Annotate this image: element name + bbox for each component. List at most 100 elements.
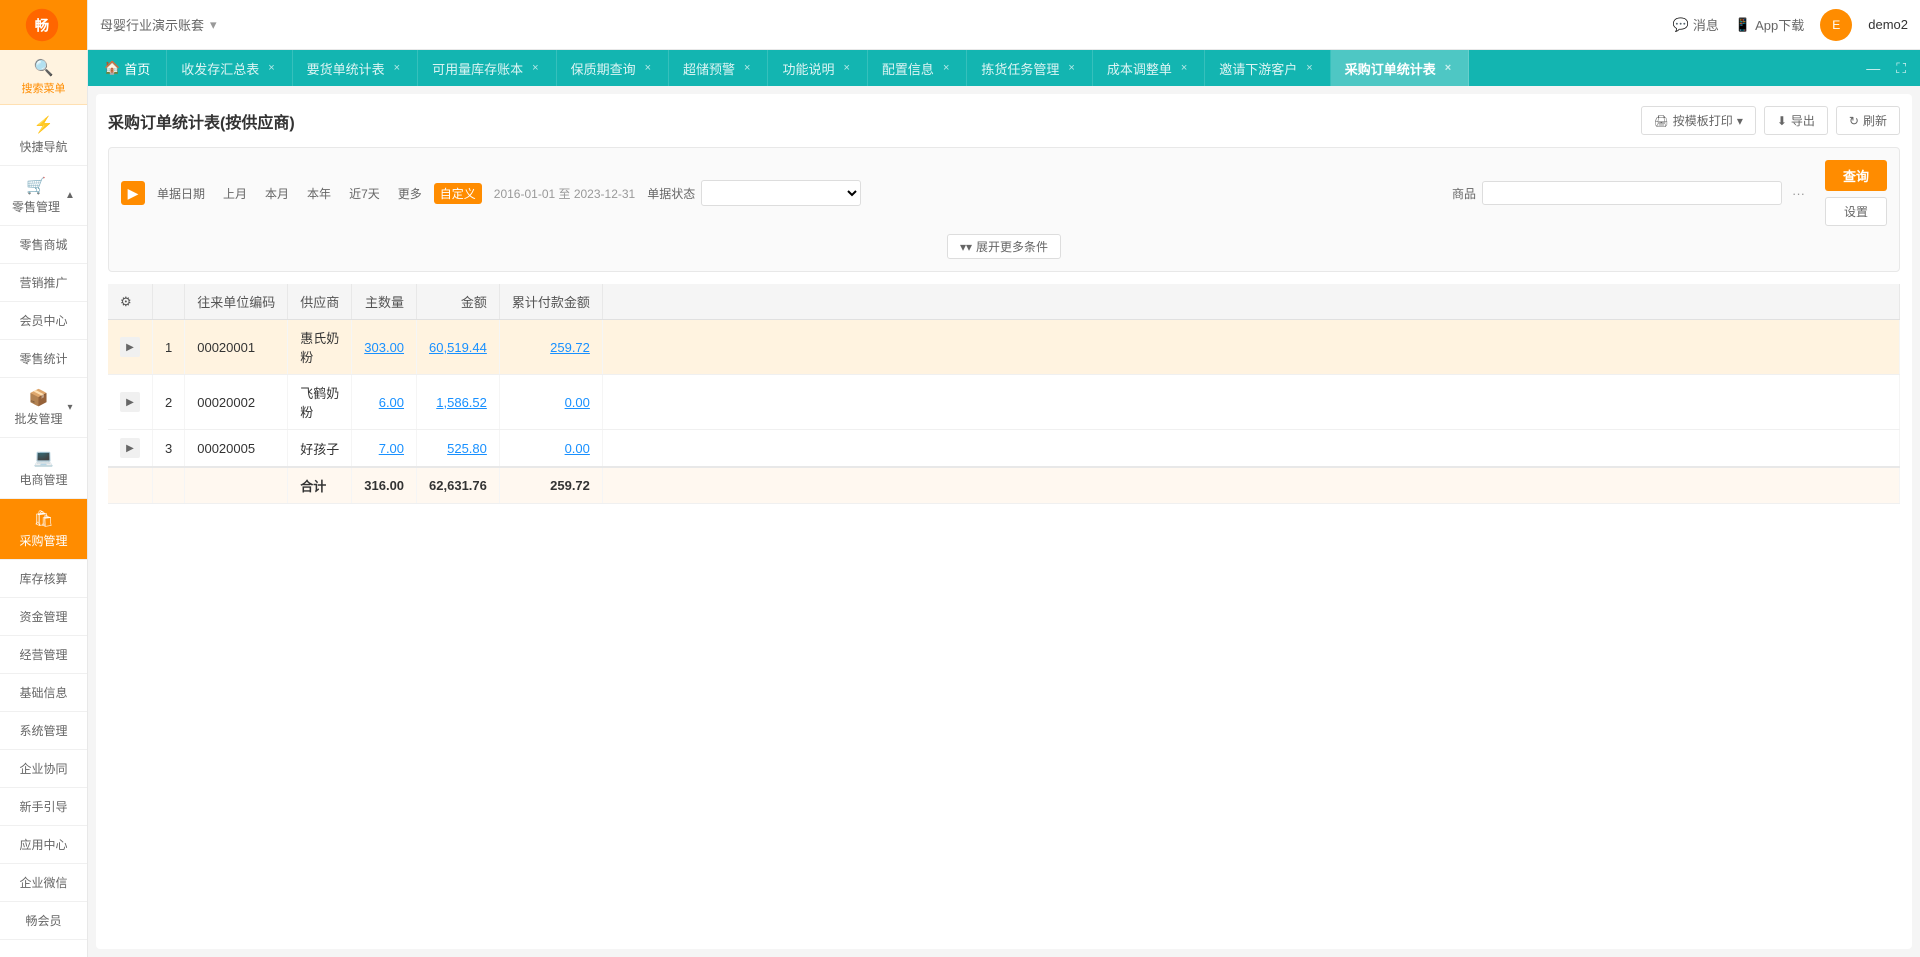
user-avatar[interactable]: E	[1820, 9, 1852, 41]
goods-filter-more-icon[interactable]: ···	[1792, 186, 1805, 201]
settings-button[interactable]: 设置	[1825, 197, 1887, 226]
row-qty[interactable]: 7.00	[352, 430, 417, 468]
tab-chaochuyujing[interactable]: 超储预警 ×	[669, 50, 768, 86]
row-amount[interactable]: 60,519.44	[417, 320, 500, 375]
expand-row-button[interactable]: ▶	[120, 438, 140, 458]
tab-close-baozhi[interactable]: ×	[642, 61, 654, 75]
row-amount[interactable]: 1,586.52	[417, 375, 500, 430]
tab-keyongliang[interactable]: 可用量库存账本 ×	[418, 50, 556, 86]
row-code: 00020002	[185, 375, 288, 430]
sidebar-item-ecommerce[interactable]: 💻 电商管理	[0, 438, 87, 499]
row-expand-btn[interactable]: ▶	[108, 375, 153, 430]
sidebar-item-purchase[interactable]: 🛍 采购管理	[0, 499, 87, 560]
sidebar-item-marketing[interactable]: 营销推广	[0, 264, 87, 302]
table-footer-row: 合计 316.00 62,631.76 259.72	[108, 467, 1900, 504]
tab-yaoqing[interactable]: 邀请下游客户 ×	[1205, 50, 1330, 86]
shortcut-more[interactable]: 更多	[392, 183, 428, 204]
sidebar-item-inventory[interactable]: 库存核算	[0, 560, 87, 598]
purchase-icon: 🛍	[33, 509, 53, 529]
workspace-dropdown-icon: ▾	[210, 17, 217, 33]
row-empty	[602, 375, 1899, 430]
row-expand-btn[interactable]: ▶	[108, 320, 153, 375]
app-download-button[interactable]: 📱 App下载	[1735, 15, 1804, 34]
sidebar-item-app-center[interactable]: 应用中心	[0, 826, 87, 864]
workspace-title[interactable]: 母婴行业演示账套 ▾	[100, 15, 1665, 34]
sidebar-item-member[interactable]: 会员中心	[0, 302, 87, 340]
status-filter-select[interactable]	[701, 180, 861, 206]
filter-toggle-button[interactable]: ▶	[121, 181, 145, 205]
tab-close-chaochuyujing[interactable]: ×	[741, 61, 753, 75]
export-button[interactable]: ⬇ 导出	[1764, 106, 1828, 135]
sidebar-item-wechat[interactable]: 企业微信	[0, 864, 87, 902]
sidebar-item-retail[interactable]: 🛒 零售管理 ▲	[0, 166, 87, 226]
footer-empty	[602, 467, 1899, 504]
sidebar-item-system[interactable]: 系统管理	[0, 712, 87, 750]
tab-yaohuo[interactable]: 要货单统计表 ×	[293, 50, 418, 86]
svg-text:畅: 畅	[35, 16, 49, 34]
query-button[interactable]: 查询	[1825, 160, 1887, 191]
tab-baozhi[interactable]: 保质期查询 ×	[557, 50, 669, 86]
row-paid[interactable]: 259.72	[499, 320, 602, 375]
sidebar-item-retail-shop[interactable]: 零售商城	[0, 226, 87, 264]
shortcut-this-month[interactable]: 本月	[259, 183, 295, 204]
shortcut-7days[interactable]: 近7天	[343, 183, 386, 204]
tab-close-chengbentiaoz[interactable]: ×	[1178, 61, 1190, 75]
page-header: 采购订单统计表(按供应商) 🖨 按模板打印 ▾ ⬇ 导出 ↻ 刷新	[108, 106, 1900, 135]
page-title: 采购订单统计表(按供应商)	[108, 109, 295, 133]
tab-close-shoufayuihui[interactable]: ×	[265, 61, 277, 75]
tab-close-gongneng[interactable]: ×	[840, 61, 852, 75]
row-qty[interactable]: 6.00	[352, 375, 417, 430]
sidebar-item-vip[interactable]: 畅会员	[0, 902, 87, 940]
sidebar-item-finance[interactable]: 资金管理	[0, 598, 87, 636]
sidebar-item-search[interactable]: 🔍 搜索菜单	[0, 50, 87, 105]
tab-close-yaoqing[interactable]: ×	[1303, 61, 1315, 75]
sidebar-item-operation[interactable]: 经营管理	[0, 636, 87, 674]
page-content: 采购订单统计表(按供应商) 🖨 按模板打印 ▾ ⬇ 导出 ↻ 刷新	[88, 86, 1920, 957]
tab-caigou[interactable]: 采购订单统计表 ×	[1331, 50, 1469, 86]
col-settings[interactable]: ⚙	[108, 284, 153, 320]
sidebar-item-quick-nav[interactable]: ⚡ 快捷导航	[0, 105, 87, 166]
refresh-button[interactable]: ↻ 刷新	[1836, 106, 1900, 135]
sidebar-item-newbie[interactable]: 新手引导	[0, 788, 87, 826]
date-filter-label: 单据日期	[157, 185, 205, 202]
app-logo[interactable]: 畅	[0, 0, 87, 50]
tab-close-yaohuo[interactable]: ×	[391, 61, 403, 75]
row-paid[interactable]: 0.00	[499, 430, 602, 468]
expand-row-button[interactable]: ▶	[120, 337, 140, 357]
tab-home[interactable]: 🏠 首页	[88, 50, 167, 86]
tab-close-paihuorenwu[interactable]: ×	[1065, 61, 1077, 75]
expand-more-button[interactable]: ▾▾ 展开更多条件	[947, 234, 1061, 259]
user-name[interactable]: demo2	[1868, 17, 1908, 32]
row-amount[interactable]: 525.80	[417, 430, 500, 468]
row-paid[interactable]: 0.00	[499, 375, 602, 430]
sidebar-item-retail-stat[interactable]: 零售统计	[0, 340, 87, 378]
tab-minimize-button[interactable]: —	[1860, 56, 1886, 80]
expand-row-button[interactable]: ▶	[120, 392, 140, 412]
data-table: ⚙ 往来单位编码 供应商 主数量 金额 累计付款金额 ▶ 1	[108, 284, 1900, 504]
sidebar-item-batch[interactable]: 📦 批发管理 ▾	[0, 378, 87, 438]
tab-chengbentiaoz[interactable]: 成本调整单 ×	[1093, 50, 1205, 86]
row-supplier: 惠氏奶粉	[288, 320, 352, 375]
shortcut-last-month[interactable]: 上月	[217, 183, 253, 204]
tab-close-peizhi[interactable]: ×	[940, 61, 952, 75]
tab-peizhi[interactable]: 配置信息 ×	[868, 50, 967, 86]
retail-arrow-icon: ▲	[65, 190, 75, 201]
print-icon: 🖨	[1654, 114, 1669, 128]
sidebar-item-basic-info[interactable]: 基础信息	[0, 674, 87, 712]
page-inner: 采购订单统计表(按供应商) 🖨 按模板打印 ▾ ⬇ 导出 ↻ 刷新	[96, 94, 1912, 949]
message-button[interactable]: 💬 消息	[1673, 15, 1719, 34]
row-expand-btn[interactable]: ▶	[108, 430, 153, 468]
sidebar-item-enterprise[interactable]: 企业协同	[0, 750, 87, 788]
row-qty[interactable]: 303.00	[352, 320, 417, 375]
shortcut-this-year[interactable]: 本年	[301, 183, 337, 204]
table-row: ▶ 2 00020002 飞鹤奶粉 6.00 1,586.52 0.00	[108, 375, 1900, 430]
print-button[interactable]: 🖨 按模板打印 ▾	[1641, 106, 1756, 135]
shortcut-custom[interactable]: 自定义	[434, 183, 482, 204]
tab-shoufayuihui[interactable]: 收发存汇总表 ×	[167, 50, 292, 86]
goods-filter-input[interactable]	[1482, 181, 1782, 205]
tab-close-caigou[interactable]: ×	[1442, 61, 1454, 75]
tab-paihuorenwu[interactable]: 拣货任务管理 ×	[967, 50, 1092, 86]
tab-gongneng[interactable]: 功能说明 ×	[768, 50, 867, 86]
tab-maximize-button[interactable]: ⛶	[1890, 56, 1912, 81]
tab-close-keyongliang[interactable]: ×	[529, 61, 541, 75]
